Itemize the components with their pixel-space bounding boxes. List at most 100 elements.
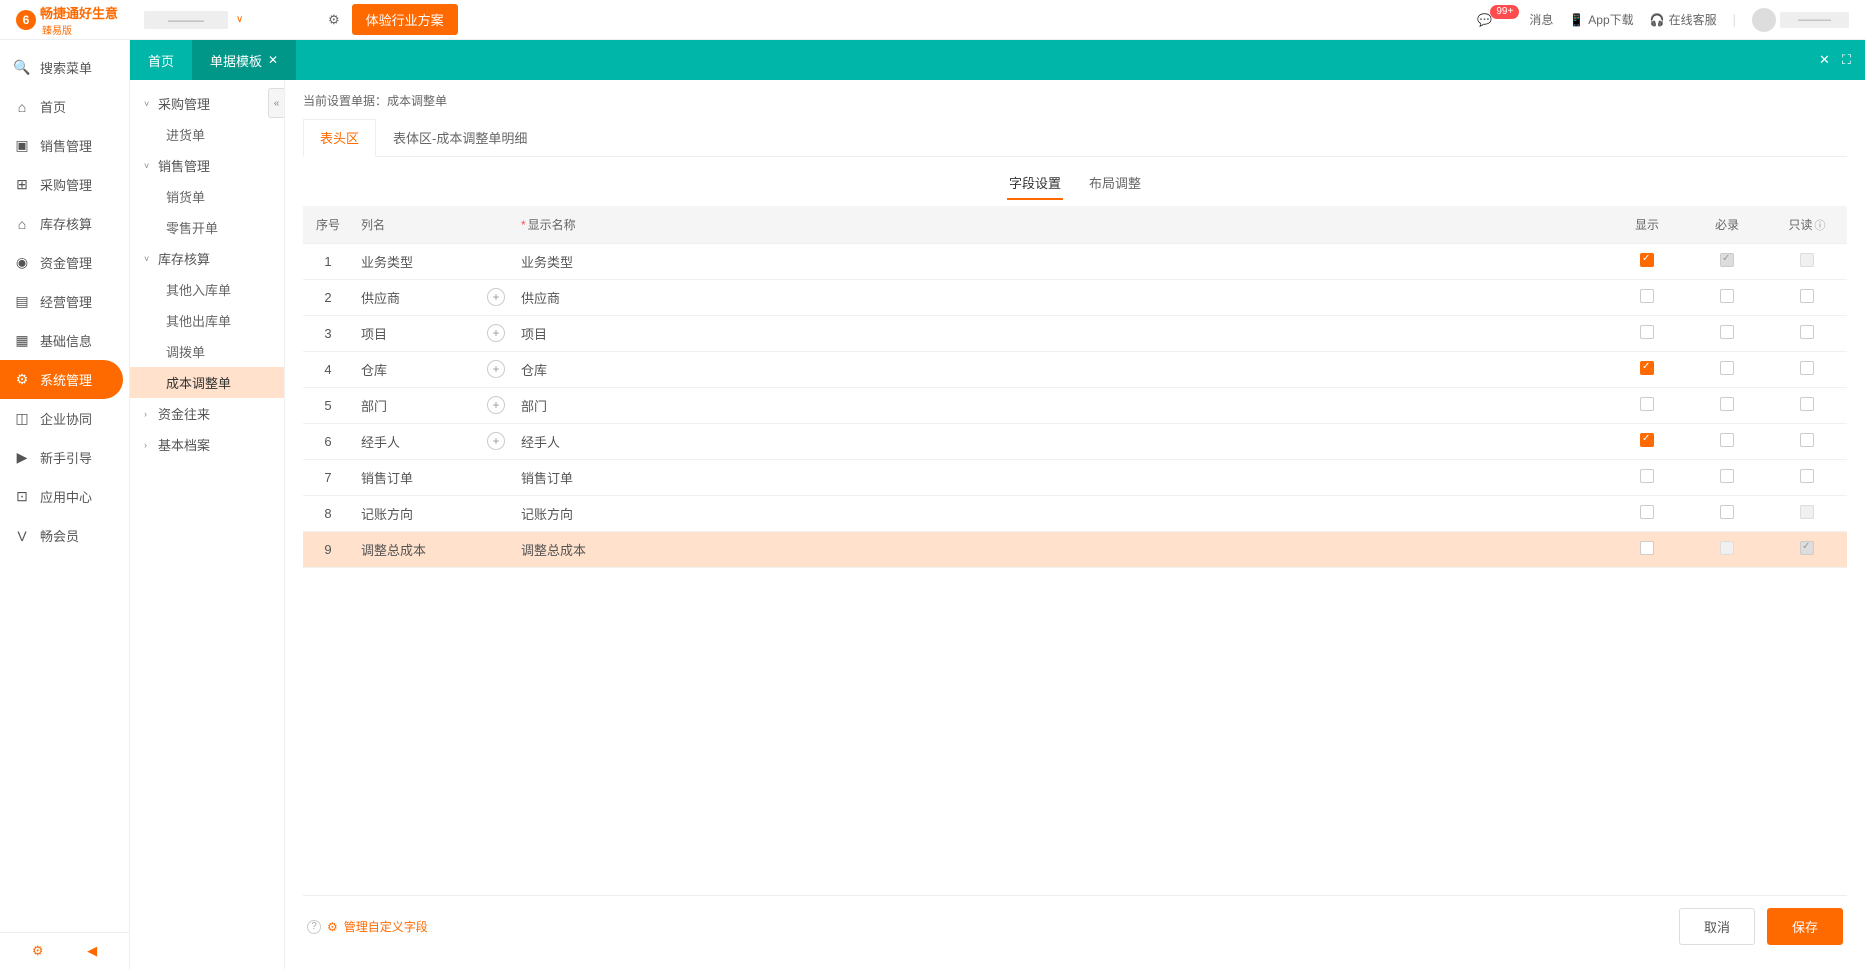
checkbox[interactable] [1800,289,1814,303]
tree-leaf-成本调整单[interactable]: 成本调整单 [130,367,284,398]
tree-leaf-其他入库单[interactable]: 其他入库单 [130,274,284,305]
collapse-tree-icon[interactable]: « [268,88,284,118]
nav-item-库存核算[interactable]: ⌂库存核算 [0,204,129,243]
add-icon[interactable]: + [487,324,505,342]
cell-display[interactable]: 仓库 [513,352,1607,388]
table-row: 1 业务类型 业务类型 [303,244,1847,280]
tree-group-采购管理[interactable]: ˅采购管理 [130,88,284,119]
checkbox [1720,253,1734,267]
nav-item-基础信息[interactable]: ▦基础信息 [0,321,129,360]
cell-display[interactable]: 销售订单 [513,460,1607,496]
cell-readonly [1767,496,1847,532]
tab-单据模板[interactable]: 单据模板✕ [192,40,296,80]
nav-item-销售管理[interactable]: ▣销售管理 [0,126,129,165]
logo-subtitle: 臻易版 [42,22,118,37]
tenant-selector[interactable]: ——— ∨ [136,11,316,29]
nav-item-新手引导[interactable]: ▶新手引导 [0,438,129,477]
promo-button[interactable]: 体验行业方案 [352,4,458,35]
checkbox[interactable] [1720,469,1734,483]
nav-item-系统管理[interactable]: ⚙系统管理 [0,360,123,399]
tree-leaf-其他出库单[interactable]: 其他出库单 [130,305,284,336]
collapse-icon[interactable]: ◀ [87,943,97,959]
nav-item-畅会员[interactable]: V畅会员 [0,516,129,555]
checkbox[interactable] [1640,505,1654,519]
checkbox[interactable] [1800,361,1814,375]
checkbox[interactable] [1640,325,1654,339]
col-name: 列名 [353,206,513,244]
online-service-link[interactable]: 🎧 在线客服 [1650,11,1717,28]
sub-tab[interactable]: 布局调整 [1087,167,1143,200]
tree-group-库存核算[interactable]: ˅库存核算 [130,243,284,274]
cell-display[interactable]: 调整总成本 [513,532,1607,568]
nav-icon: ▶ [14,450,30,466]
nav-item-首页[interactable]: ⌂首页 [0,87,129,126]
cell-name: 记账方向 [353,496,513,532]
settings-icon[interactable]: ⚙ [32,943,44,959]
user-menu[interactable]: ——— [1752,8,1849,32]
fullscreen-icon[interactable]: ⛶ [1842,52,1851,68]
app-download-link[interactable]: 📱 App下载 [1569,11,1633,28]
checkbox[interactable] [1640,397,1654,411]
nav-item-搜索菜单[interactable]: 🔍搜索菜单 [0,48,129,87]
tree-group-资金往来[interactable]: ›资金往来 [130,398,284,429]
cell-display[interactable]: 业务类型 [513,244,1607,280]
tab-首页[interactable]: 首页 [130,40,192,80]
inner-tab[interactable]: 表头区 [303,119,376,157]
save-button[interactable]: 保存 [1767,908,1843,945]
tree-leaf-销货单[interactable]: 销货单 [130,181,284,212]
nav-item-经营管理[interactable]: ▤经营管理 [0,282,129,321]
checkbox[interactable] [1720,433,1734,447]
checkbox[interactable] [1640,361,1654,375]
nav-item-应用中心[interactable]: ⊡应用中心 [0,477,129,516]
col-readonly: 只读ⓘ [1767,206,1847,244]
tree-leaf-零售开单[interactable]: 零售开单 [130,212,284,243]
tree-group-销售管理[interactable]: ˅销售管理 [130,150,284,181]
tree-group-基本档案[interactable]: ›基本档案 [130,429,284,460]
nav-icon: ⌂ [14,216,30,232]
checkbox[interactable] [1800,325,1814,339]
cell-display[interactable]: 经手人 [513,424,1607,460]
checkbox[interactable] [1640,253,1654,267]
tree-leaf-进货单[interactable]: 进货单 [130,119,284,150]
cell-display[interactable]: 记账方向 [513,496,1607,532]
checkbox[interactable] [1640,469,1654,483]
checkbox[interactable] [1720,505,1734,519]
gear-icon[interactable]: ⚙ [328,12,340,28]
nav-item-资金管理[interactable]: ◉资金管理 [0,243,129,282]
cell-display[interactable]: 项目 [513,316,1607,352]
checkbox[interactable] [1720,361,1734,375]
cell-display[interactable]: 部门 [513,388,1607,424]
messages-label: 消息 [1529,11,1553,28]
nav-item-采购管理[interactable]: ⊞采购管理 [0,165,129,204]
checkbox[interactable] [1720,397,1734,411]
checkbox[interactable] [1640,289,1654,303]
checkbox[interactable] [1720,289,1734,303]
checkbox[interactable] [1800,397,1814,411]
nav-icon: ◉ [14,255,30,271]
cell-display[interactable]: 供应商 [513,280,1607,316]
checkbox[interactable] [1800,469,1814,483]
manage-custom-fields-link[interactable]: ? ⚙ 管理自定义字段 [307,918,428,935]
messages-link[interactable]: 💬 99+ 消息 [1477,11,1553,28]
add-icon[interactable]: + [487,432,505,450]
add-icon[interactable]: + [487,396,505,414]
sub-tab[interactable]: 字段设置 [1007,167,1063,200]
help-icon: ⓘ [1815,220,1826,232]
logo: 6 畅捷通好生意 臻易版 [16,3,136,37]
cell-required [1687,244,1767,280]
cell-required [1687,496,1767,532]
inner-tab[interactable]: 表体区-成本调整单明细 [376,119,544,156]
checkbox[interactable] [1640,433,1654,447]
add-icon[interactable]: + [487,360,505,378]
nav-icon: ⌂ [14,99,30,115]
add-icon[interactable]: + [487,288,505,306]
checkbox[interactable] [1640,541,1654,555]
checkbox[interactable] [1800,433,1814,447]
close-icon[interactable]: ✕ [268,53,278,67]
checkbox[interactable] [1720,325,1734,339]
cell-name: 供应商+ [353,280,513,316]
cancel-button[interactable]: 取消 [1679,908,1755,945]
nav-item-企业协同[interactable]: ◫企业协同 [0,399,129,438]
close-all-icon[interactable]: ✕ [1819,52,1830,68]
tree-leaf-调拨单[interactable]: 调拨单 [130,336,284,367]
